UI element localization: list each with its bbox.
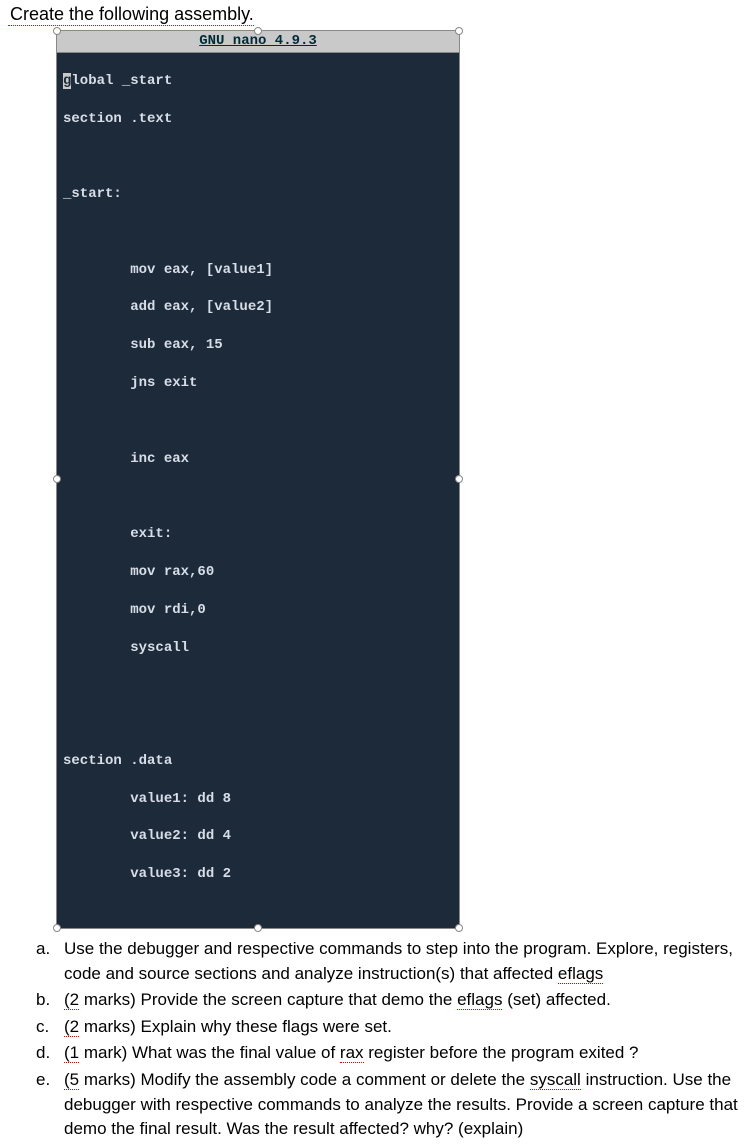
spellcheck-term: eflags — [558, 964, 603, 984]
code-line: mov eax, [value1] — [63, 261, 453, 280]
spellcheck-term: (1 — [64, 1043, 79, 1063]
terminal-window: GNU nano 4.9.3 global _start section .te… — [56, 30, 460, 929]
code-line: inc eax — [63, 450, 453, 469]
code-line — [63, 676, 453, 695]
code-line: sub eax, 15 — [63, 336, 453, 355]
code-line — [63, 487, 453, 506]
question-text: (2 marks) Provide the screen capture tha… — [64, 988, 740, 1013]
question-text: (2 marks) Explain why these flags were s… — [64, 1015, 740, 1040]
code-line: add eax, [value2] — [63, 298, 453, 317]
code-text: lobal _start — [71, 73, 172, 89]
question-item-a: a. Use the debugger and respective comma… — [36, 937, 740, 986]
code-line: value1: dd 8 — [63, 790, 453, 809]
resize-handle[interactable] — [455, 27, 463, 35]
instruction-heading: Create the following assembly. — [8, 4, 254, 26]
question-item-d: d. (1 mark) What was the final value of … — [36, 1041, 740, 1066]
code-line — [63, 412, 453, 431]
code-line: value2: dd 4 — [63, 827, 453, 846]
question-letter: c. — [36, 1015, 64, 1040]
code-line: syscall — [63, 639, 453, 658]
code-line: section .data — [63, 752, 453, 771]
question-letter: d. — [36, 1041, 64, 1066]
code-line: global _start — [63, 72, 453, 91]
code-line: _start: — [63, 185, 453, 204]
spellcheck-term: (2 — [64, 990, 79, 1010]
question-item-e: e. (5 marks) Modify the assembly code a … — [36, 1068, 740, 1142]
code-line: jns exit — [63, 374, 453, 393]
terminal-container: GNU nano 4.9.3 global _start section .te… — [56, 30, 740, 929]
question-letter: e. — [36, 1068, 64, 1142]
question-letter: a. — [36, 937, 64, 986]
spellcheck-term: (5 — [64, 1070, 79, 1090]
code-line: exit: — [63, 525, 453, 544]
question-item-c: c. (2 marks) Explain why these flags wer… — [36, 1015, 740, 1040]
code-line: value3: dd 2 — [63, 865, 453, 884]
code-line: section .text — [63, 110, 453, 129]
code-line: mov rax,60 — [63, 563, 453, 582]
code-line — [63, 223, 453, 242]
resize-handle[interactable] — [455, 924, 463, 932]
question-letter: b. — [36, 988, 64, 1013]
resize-handle[interactable] — [254, 27, 262, 35]
question-text: (1 mark) What was the final value of rax… — [64, 1041, 740, 1066]
question-item-b: b. (2 marks) Provide the screen capture … — [36, 988, 740, 1013]
code-line — [63, 714, 453, 733]
spellcheck-term: (2 — [64, 1017, 79, 1037]
question-text: (5 marks) Modify the assembly code a com… — [64, 1068, 740, 1142]
resize-handle[interactable] — [53, 27, 61, 35]
question-list: a. Use the debugger and respective comma… — [8, 937, 740, 1142]
code-line — [63, 147, 453, 166]
spellcheck-term: eflags — [457, 990, 502, 1010]
resize-handle[interactable] — [254, 924, 262, 932]
terminal-body: global _start section .text _start: mov … — [57, 53, 459, 928]
resize-handle[interactable] — [53, 924, 61, 932]
spellcheck-term: syscall — [530, 1070, 581, 1090]
spellcheck-term: rax — [340, 1043, 364, 1063]
resize-handle[interactable] — [455, 475, 463, 483]
question-text: Use the debugger and respective commands… — [64, 937, 740, 986]
code-line: mov rdi,0 — [63, 601, 453, 620]
